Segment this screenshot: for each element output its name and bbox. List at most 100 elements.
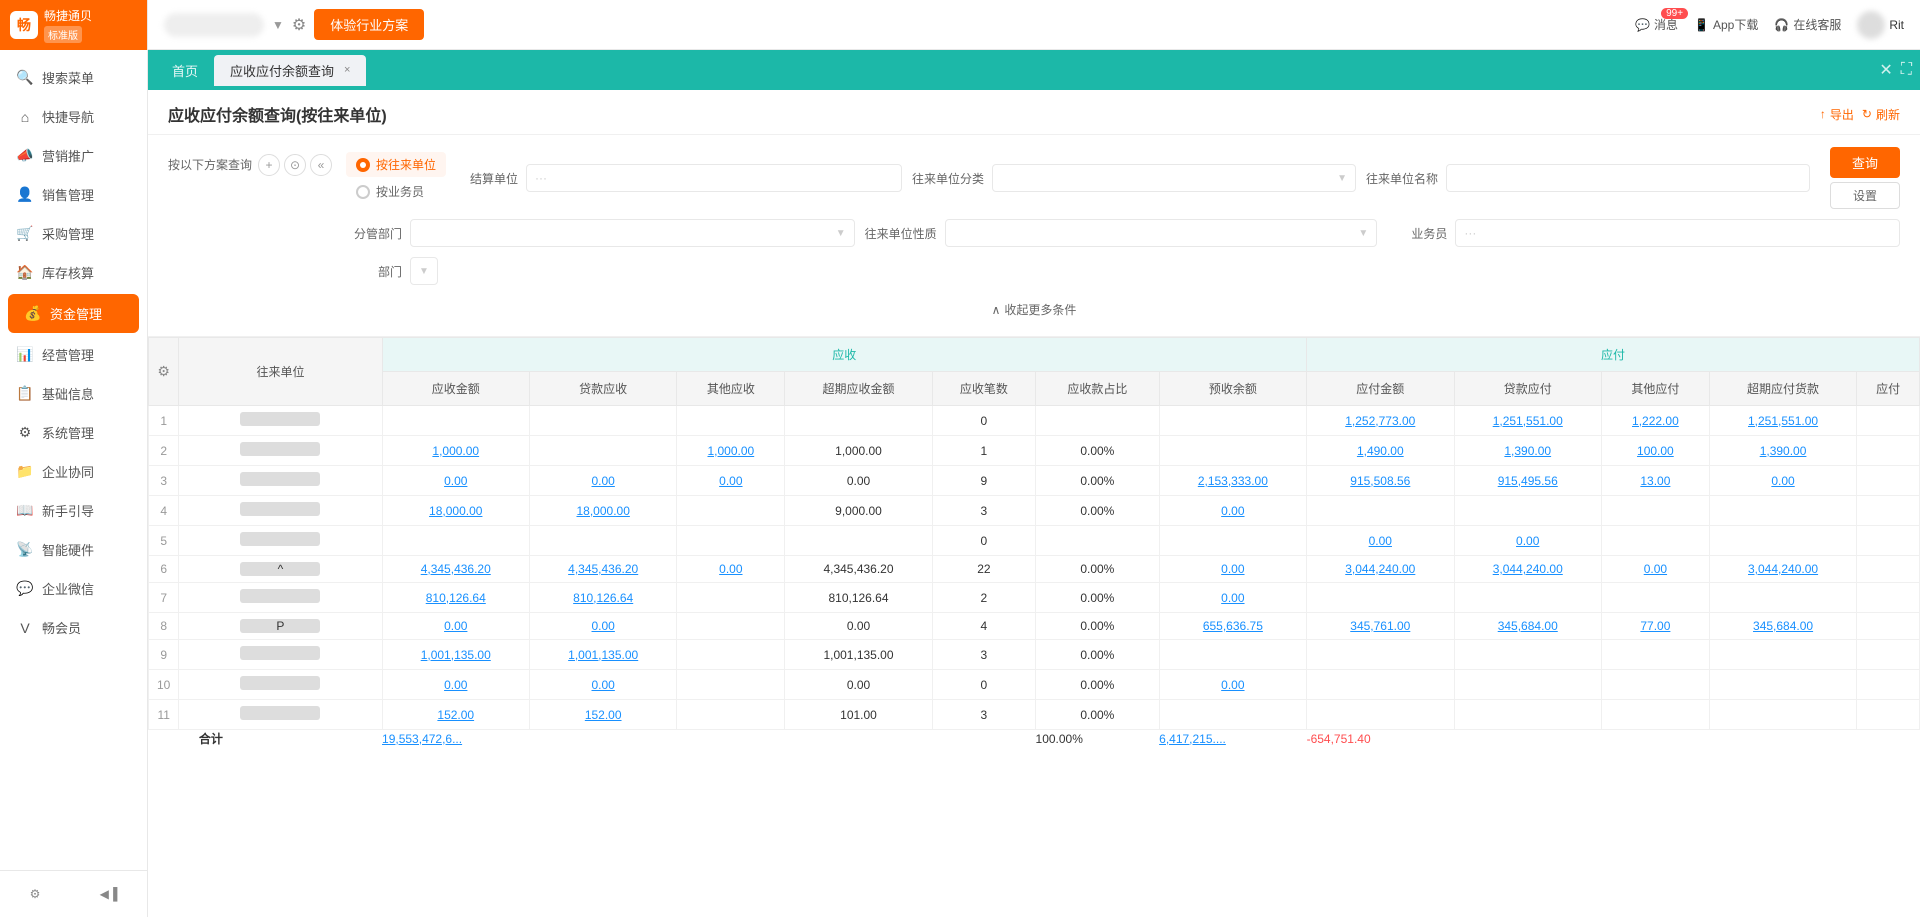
filter-collapse-button[interactable]: «: [310, 154, 332, 176]
table-cell[interactable]: 18,000.00: [382, 496, 529, 526]
table-cell[interactable]: 152.00: [382, 700, 529, 730]
table-cell[interactable]: 0.00: [1601, 556, 1709, 583]
user-avatar[interactable]: Rit: [1857, 11, 1904, 39]
filter-add-button[interactable]: +: [258, 154, 280, 176]
sidebar-item-operations[interactable]: 📊 经营管理: [0, 335, 147, 374]
table-cell[interactable]: 13.00: [1601, 466, 1709, 496]
solution-button[interactable]: 体验行业方案: [314, 9, 424, 40]
partner-category-input[interactable]: ▼: [992, 164, 1356, 192]
query-option-salesperson[interactable]: 按业务员: [346, 179, 446, 204]
tab-close-all-icon[interactable]: ✕: [1879, 60, 1892, 80]
sidebar-gear-button[interactable]: ⚙: [22, 879, 49, 909]
table-cell[interactable]: 0.00: [529, 670, 676, 700]
tab-close-icon[interactable]: ×: [344, 64, 350, 76]
query-button[interactable]: 查询: [1830, 147, 1900, 178]
query-options: 按往来单位 按业务员: [346, 152, 446, 204]
table-cell[interactable]: 152.00: [529, 700, 676, 730]
table-cell[interactable]: 2,153,333.00: [1159, 466, 1306, 496]
table-cell[interactable]: 3,044,240.00: [1454, 556, 1601, 583]
dept-input[interactable]: ▼: [410, 219, 855, 247]
table-cell[interactable]: 0.00: [677, 556, 785, 583]
sidebar-item-inventory[interactable]: 🏠 库存核算: [0, 253, 147, 292]
settlement-unit-input[interactable]: ···: [526, 164, 902, 192]
table-cell[interactable]: 100.00: [1601, 436, 1709, 466]
table-cell[interactable]: 3,044,240.00: [1709, 556, 1856, 583]
table-cell[interactable]: 0.00: [1709, 466, 1856, 496]
sidebar-item-basic[interactable]: 📋 基础信息: [0, 374, 147, 413]
table-cell[interactable]: 0.00: [677, 466, 785, 496]
table-cell[interactable]: 0.00: [529, 466, 676, 496]
tab-maximize-icon[interactable]: ⛶: [1901, 61, 1912, 79]
table-cell[interactable]: 0.00: [382, 613, 529, 640]
partner-name-input[interactable]: [1446, 164, 1810, 192]
table-cell[interactable]: 1,251,551.00: [1709, 406, 1856, 436]
table-cell[interactable]: 0.00: [1159, 496, 1306, 526]
table-cell[interactable]: 345,684.00: [1709, 613, 1856, 640]
query-option-partner[interactable]: 按往来单位: [346, 152, 446, 177]
tab-arbalance[interactable]: 应收应付余额查询 ×: [214, 55, 366, 86]
table-container[interactable]: ⚙ 往来单位 应收 应付 应收金额 贷款应收 其他应收 超期应收金额 应收笔数 …: [148, 337, 1920, 917]
table-cell[interactable]: 915,508.56: [1307, 466, 1454, 496]
table-cell[interactable]: 0.00: [382, 466, 529, 496]
table-cell[interactable]: 915,495.56: [1454, 466, 1601, 496]
sidebar-item-sales[interactable]: 👤 销售管理: [0, 175, 147, 214]
table-cell[interactable]: 1,000.00: [677, 436, 785, 466]
table-cell[interactable]: 655,636.75: [1159, 613, 1306, 640]
sidebar-item-marketing[interactable]: 📣 营销推广: [0, 136, 147, 175]
table-cell[interactable]: 345,684.00: [1454, 613, 1601, 640]
table-cell[interactable]: 0.00: [1159, 556, 1306, 583]
partner-nature-input[interactable]: ▼: [945, 219, 1378, 247]
table-cell[interactable]: 0.00: [1159, 670, 1306, 700]
table-cell[interactable]: 3,044,240.00: [1307, 556, 1454, 583]
sidebar-item-member[interactable]: V 畅会员: [0, 608, 147, 647]
online-service-button[interactable]: 🎧 在线客服: [1774, 16, 1841, 33]
settings-button[interactable]: 设置: [1830, 182, 1900, 209]
table-cell[interactable]: 0.00: [382, 670, 529, 700]
table-cell[interactable]: 1,390.00: [1454, 436, 1601, 466]
table-cell[interactable]: 1,001,135.00: [382, 640, 529, 670]
table-cell[interactable]: 77.00: [1601, 613, 1709, 640]
table-cell[interactable]: 1,000.00: [382, 436, 529, 466]
table-cell[interactable]: 1,390.00: [1709, 436, 1856, 466]
table-cell[interactable]: 810,126.64: [382, 583, 529, 613]
table-cell[interactable]: 1,222.00: [1601, 406, 1709, 436]
footer-ar-advance[interactable]: 6,417,215....: [1159, 730, 1306, 748]
sidebar-item-guide[interactable]: 📖 新手引导: [0, 491, 147, 530]
table-cell[interactable]: 1,251,551.00: [1454, 406, 1601, 436]
sidebar-item-finance[interactable]: 💰 资金管理: [8, 294, 139, 333]
table-cell[interactable]: 810,126.64: [529, 583, 676, 613]
chevron-down-icon[interactable]: ▼: [272, 18, 284, 32]
filter-setting-button[interactable]: ⊙: [284, 154, 306, 176]
department-input[interactable]: ▼: [410, 257, 438, 285]
sidebar-item-wechat[interactable]: 💬 企业微信: [0, 569, 147, 608]
settings-col[interactable]: ⚙: [149, 338, 179, 406]
table-cell[interactable]: 1,490.00: [1307, 436, 1454, 466]
table-cell[interactable]: 1,001,135.00: [529, 640, 676, 670]
sidebar-collapse-button[interactable]: ◀▐: [92, 879, 126, 909]
table-cell[interactable]: 0.00: [1159, 583, 1306, 613]
sidebar-item-purchase[interactable]: 🛒 采购管理: [0, 214, 147, 253]
table-cell[interactable]: 4,345,436.20: [382, 556, 529, 583]
table-cell[interactable]: 0.00: [529, 613, 676, 640]
message-button[interactable]: 💬 消息 99+: [1635, 16, 1678, 33]
table-cell[interactable]: 0.00: [1454, 526, 1601, 556]
table-cell[interactable]: 4,345,436.20: [529, 556, 676, 583]
sidebar-item-system[interactable]: ⚙ 系统管理: [0, 413, 147, 452]
table-cell[interactable]: 1,252,773.00: [1307, 406, 1454, 436]
sidebar-item-hardware[interactable]: 📡 智能硬件: [0, 530, 147, 569]
app-download-button[interactable]: 📱 App下载: [1694, 16, 1758, 33]
tab-home[interactable]: 首页: [156, 55, 214, 86]
table-settings-icon[interactable]: ⚙: [157, 363, 170, 379]
refresh-button[interactable]: ↻ 刷新: [1862, 106, 1900, 123]
table-cell[interactable]: 345,761.00: [1307, 613, 1454, 640]
sidebar-item-cooperation[interactable]: 📁 企业协同: [0, 452, 147, 491]
filter-more-button[interactable]: ∧ 收起更多条件: [168, 295, 1900, 324]
sidebar-item-nav[interactable]: ⌂ 快捷导航: [0, 97, 147, 136]
table-cell[interactable]: 18,000.00: [529, 496, 676, 526]
export-button[interactable]: ↑ 导出: [1820, 106, 1854, 123]
settings-icon[interactable]: ⚙: [292, 15, 306, 35]
table-cell[interactable]: 0.00: [1307, 526, 1454, 556]
salesperson-input[interactable]: ···: [1455, 219, 1900, 247]
footer-ar-amount[interactable]: 19,553,472,6...: [382, 730, 529, 748]
sidebar-item-search[interactable]: 🔍 搜索菜单: [0, 58, 147, 97]
